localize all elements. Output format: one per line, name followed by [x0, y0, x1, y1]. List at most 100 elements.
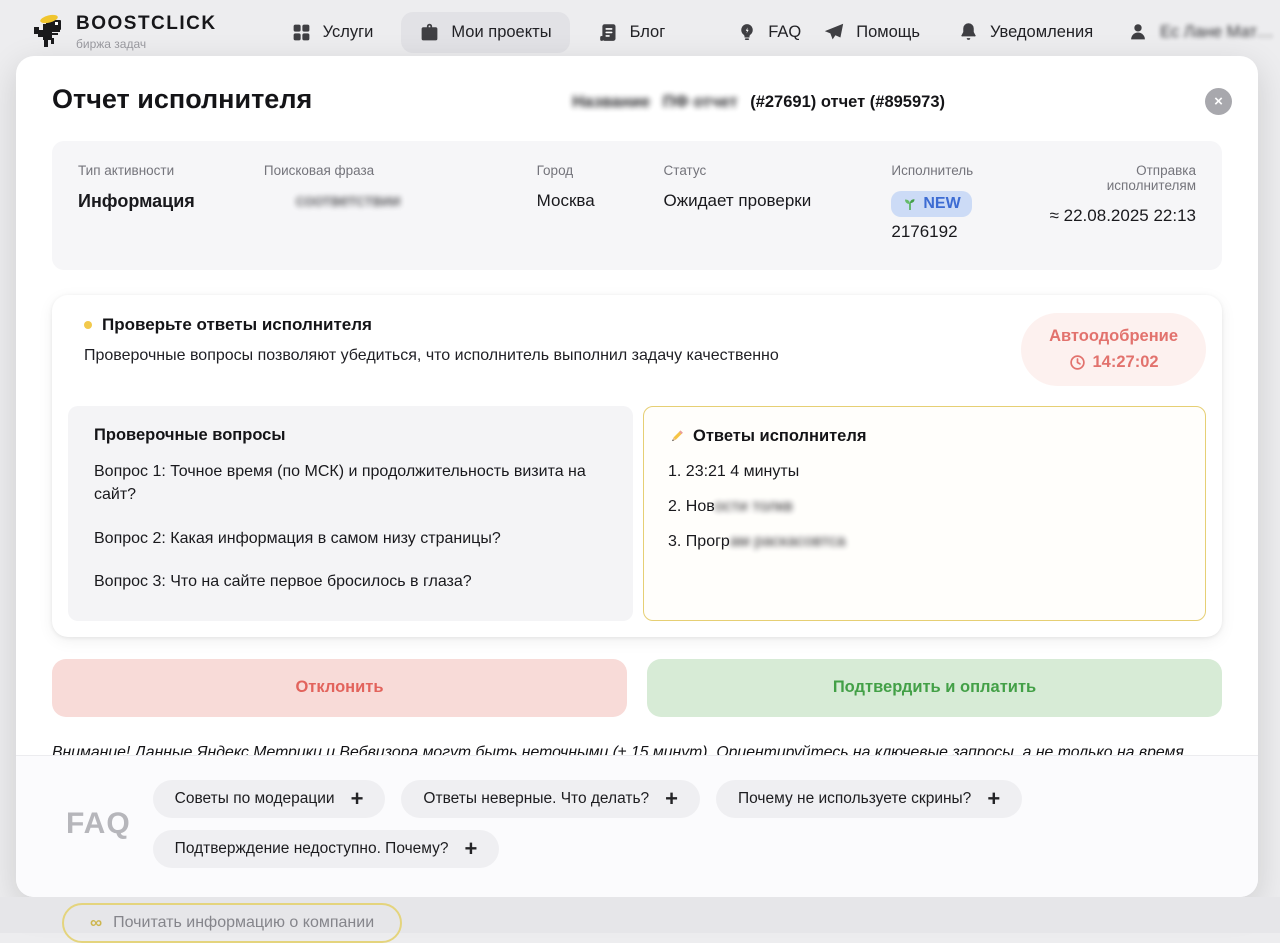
review-card: Проверьте ответы исполнителя Проверочные…	[52, 295, 1222, 637]
check-questions-box: Проверочные вопросы Вопрос 1: Точное вре…	[68, 406, 633, 621]
brand-name: BOOSTCLICK	[76, 13, 217, 34]
info-sent-time: Отправка исполнителям ≈ 22.08.2025 22:13	[1043, 163, 1196, 242]
project-reference: Название ПФ отчет (#27691) отчет (#89597…	[312, 93, 1205, 112]
close-icon: ×	[1214, 93, 1223, 110]
auto-approve-label: Автоодобрение	[1049, 327, 1178, 345]
nav-label: FAQ	[768, 22, 802, 41]
navbar-right: Помощь Уведомления Ес Лане Мат…	[819, 11, 1273, 53]
plus-icon: +	[464, 835, 478, 861]
answer-redacted: ам раскасовтса	[729, 533, 846, 551]
answer-item: 1. 23:21 4 минуты	[668, 463, 1181, 481]
report-ids: (#27691) отчет (#895973)	[750, 93, 946, 111]
nav-item-faq[interactable]: FAQ	[719, 12, 819, 53]
question-item: Вопрос 2: Какая информация в самом низу …	[94, 529, 501, 547]
approve-and-pay-button[interactable]: Подтвердить и оплатить	[647, 658, 1222, 717]
auto-approve-timer: 14:27:02	[1092, 352, 1159, 371]
status-value: Ожидает проверки	[663, 191, 812, 210]
brand-tagline: биржа задач	[76, 37, 147, 51]
nav-item-blog[interactable]: Блог	[580, 12, 684, 53]
dino-logo-icon	[26, 12, 66, 52]
info-value: Москва	[536, 191, 595, 210]
nav-label: Блог	[629, 22, 666, 41]
faq-pill-moderation-tips[interactable]: Советы по модерации +	[152, 779, 386, 818]
sprout-icon	[902, 196, 918, 212]
badge-label: NEW	[923, 195, 961, 212]
executor-new-badge: NEW	[891, 191, 972, 217]
info-executor: Исполнитель NEW 2176192	[891, 163, 1043, 242]
faq-pill-confirm-unavailable[interactable]: Подтверждение недоступно. Почему? +	[152, 829, 500, 868]
faq-label: FAQ	[66, 806, 131, 840]
answers-title: Ответы исполнителя	[693, 427, 867, 446]
info-label: Тип активности	[78, 163, 175, 178]
plus-icon: +	[987, 785, 1001, 811]
nav-label: Мои проекты	[451, 22, 552, 41]
page-background-strip: ∞ Почитать информацию о компании	[0, 897, 1280, 943]
plus-icon: +	[350, 785, 364, 811]
yellow-dot-icon	[84, 321, 92, 329]
clock-icon	[1069, 354, 1086, 371]
review-title: Проверьте ответы исполнителя	[102, 315, 372, 334]
question-item: Вопрос 1: Точное время (по МСК) и продол…	[94, 463, 586, 504]
faq-pill-wrong-answers[interactable]: Ответы неверные. Что делать? +	[401, 779, 701, 818]
answer-item: 2. Новости толкв	[668, 498, 1181, 516]
faq-pill-why-no-screens[interactable]: Почему не используете скрины? +	[716, 779, 1023, 818]
executor-report-modal: Отчет исполнителя Название ПФ отчет (#27…	[16, 56, 1258, 897]
answer-text: 1. 23:21 4 минуты	[668, 463, 800, 481]
answer-redacted: ости толкв	[714, 498, 793, 516]
info-status: Статус Ожидает проверки	[664, 163, 892, 242]
info-value: ≈ 22.08.2025 22:13	[1049, 206, 1196, 225]
faq-pill-label: Ответы неверные. Что делать?	[423, 789, 650, 807]
nav-item-my-projects[interactable]: Мои проекты	[401, 11, 570, 53]
brand-logo[interactable]: BOOSTCLICK биржа задач	[26, 12, 217, 52]
info-label: Город	[536, 163, 574, 178]
account-name: Ес Лане Мат…	[1160, 22, 1274, 41]
redacted-project-name: Название	[572, 93, 651, 111]
answer-text: 2. Нов	[668, 498, 715, 516]
blog-icon	[598, 22, 619, 43]
executor-id: 2176192	[891, 222, 958, 241]
nav-label: Услуги	[322, 22, 374, 41]
faq-section: FAQ Советы по модерации + Ответы неверны…	[16, 755, 1258, 897]
auto-approve-badge: Автоодобрение 14:27:02	[1021, 313, 1206, 387]
info-activity-type: Тип активности Информация	[78, 163, 264, 242]
modal-header: Отчет исполнителя Название ПФ отчет (#27…	[16, 56, 1258, 115]
info-city: Город Москва	[537, 163, 664, 242]
answer-item: 3. Програм раскасовтса	[668, 533, 1181, 551]
review-subtitle: Проверочные вопросы позволяют убедиться,…	[84, 347, 779, 364]
close-button[interactable]: ×	[1205, 88, 1232, 115]
info-value-redacted: соответствии	[295, 191, 401, 210]
nav-label: Уведомления	[989, 22, 1094, 41]
nav-item-services[interactable]: Услуги	[273, 12, 392, 53]
reject-button[interactable]: Отклонить	[52, 658, 627, 717]
paper-plane-icon	[823, 21, 845, 43]
nav-item-help[interactable]: Помощь	[819, 11, 924, 53]
report-info-bar: Тип активности Информация Поисковая фраз…	[52, 141, 1222, 270]
info-label: Исполнитель	[891, 163, 974, 178]
user-icon	[1127, 21, 1149, 43]
briefcase-icon	[419, 22, 440, 43]
info-label: Отправка исполнителям	[1106, 163, 1196, 193]
questions-answers-row: Проверочные вопросы Вопрос 1: Точное вре…	[68, 406, 1206, 621]
nav-label: Помощь	[856, 22, 920, 41]
faq-pill-label: Почему не используете скрины?	[738, 789, 972, 807]
main-navigation: Услуги Мои проекты Блог FAQ	[273, 11, 820, 53]
top-navbar: BOOSTCLICK биржа задач Услуги Мои проект…	[0, 0, 1280, 64]
answer-text: 3. Прогр	[668, 533, 730, 551]
account-menu[interactable]: Ес Лане Мат…	[1127, 11, 1273, 53]
info-search-phrase: Поисковая фраза соответствии	[264, 163, 537, 242]
executor-answers-box: Ответы исполнителя 1. 23:21 4 минуты 2. …	[643, 406, 1206, 621]
redacted-project-type: ПФ отчет	[662, 93, 738, 111]
faq-pill-label: Советы по модерации	[174, 789, 335, 807]
plus-icon: +	[665, 785, 679, 811]
nav-item-notifications[interactable]: Уведомления	[954, 11, 1097, 53]
bell-icon	[958, 21, 979, 43]
info-value: Информация	[78, 191, 195, 211]
company-info-button[interactable]: ∞ Почитать информацию о компании	[62, 903, 403, 943]
question-item: Вопрос 3: Что на сайте первое бросилось …	[94, 572, 472, 590]
review-head: Проверьте ответы исполнителя Проверочные…	[68, 313, 1206, 387]
action-buttons: Отклонить Подтвердить и оплатить	[52, 658, 1222, 717]
faq-pill-list: Советы по модерации + Ответы неверные. Ч…	[152, 779, 1153, 868]
pencil-icon	[668, 428, 685, 445]
company-info-label: Почитать информацию о компании	[113, 914, 375, 931]
faq-pill-label: Подтверждение недоступно. Почему?	[174, 839, 449, 857]
